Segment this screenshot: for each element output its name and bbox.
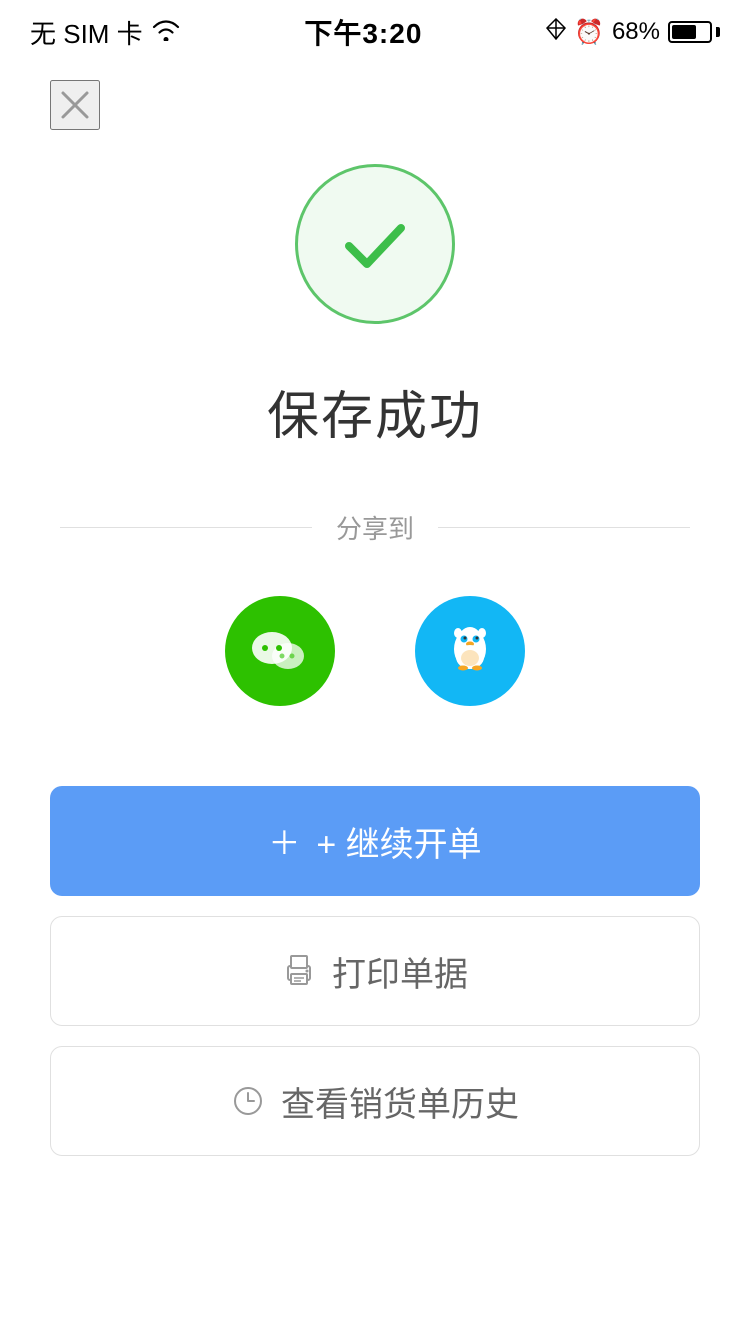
history-icon xyxy=(231,1084,265,1118)
share-label: 分享到 xyxy=(312,509,438,546)
no-sim-text: 无 SIM 卡 xyxy=(30,14,143,51)
status-time: 下午3:20 xyxy=(304,12,422,52)
continue-label: + 继续开单 xyxy=(316,817,481,866)
success-circle xyxy=(295,164,455,324)
alarm-icon: ⏰ xyxy=(574,18,604,47)
continue-button[interactable]: ＋ + 继续开单 xyxy=(50,786,700,896)
checkmark-icon xyxy=(335,204,415,284)
close-button[interactable] xyxy=(50,80,100,130)
print-icon xyxy=(282,954,316,988)
success-title: 保存成功 xyxy=(267,374,483,449)
wechat-share-button[interactable] xyxy=(225,596,335,706)
action-buttons: ＋ + 继续开单 打印单据 xyxy=(0,786,750,1156)
battery-percent: 68% xyxy=(612,18,660,46)
qq-share-button[interactable] xyxy=(415,596,525,706)
status-left: 无 SIM 卡 xyxy=(30,14,181,51)
divider-right xyxy=(438,527,690,528)
wifi-icon xyxy=(151,17,181,48)
plus-icon: ＋ xyxy=(268,818,300,864)
share-divider: 分享到 xyxy=(0,509,750,546)
main-content: 保存成功 分享到 xyxy=(0,64,750,1156)
status-right: ⏰ 68% xyxy=(546,18,720,47)
history-label: 查看销货单历史 xyxy=(281,1077,519,1126)
print-button[interactable]: 打印单据 xyxy=(50,916,700,1026)
status-bar: 无 SIM 卡 下午3:20 ⏰ 68% xyxy=(0,0,750,64)
battery-icon xyxy=(668,21,720,43)
wechat-icon xyxy=(250,626,310,676)
qq-icon xyxy=(440,621,500,681)
history-button[interactable]: 查看销货单历史 xyxy=(50,1046,700,1156)
location-icon xyxy=(546,18,566,47)
print-label: 打印单据 xyxy=(332,947,468,996)
divider-left xyxy=(60,527,312,528)
share-icons xyxy=(225,596,525,706)
